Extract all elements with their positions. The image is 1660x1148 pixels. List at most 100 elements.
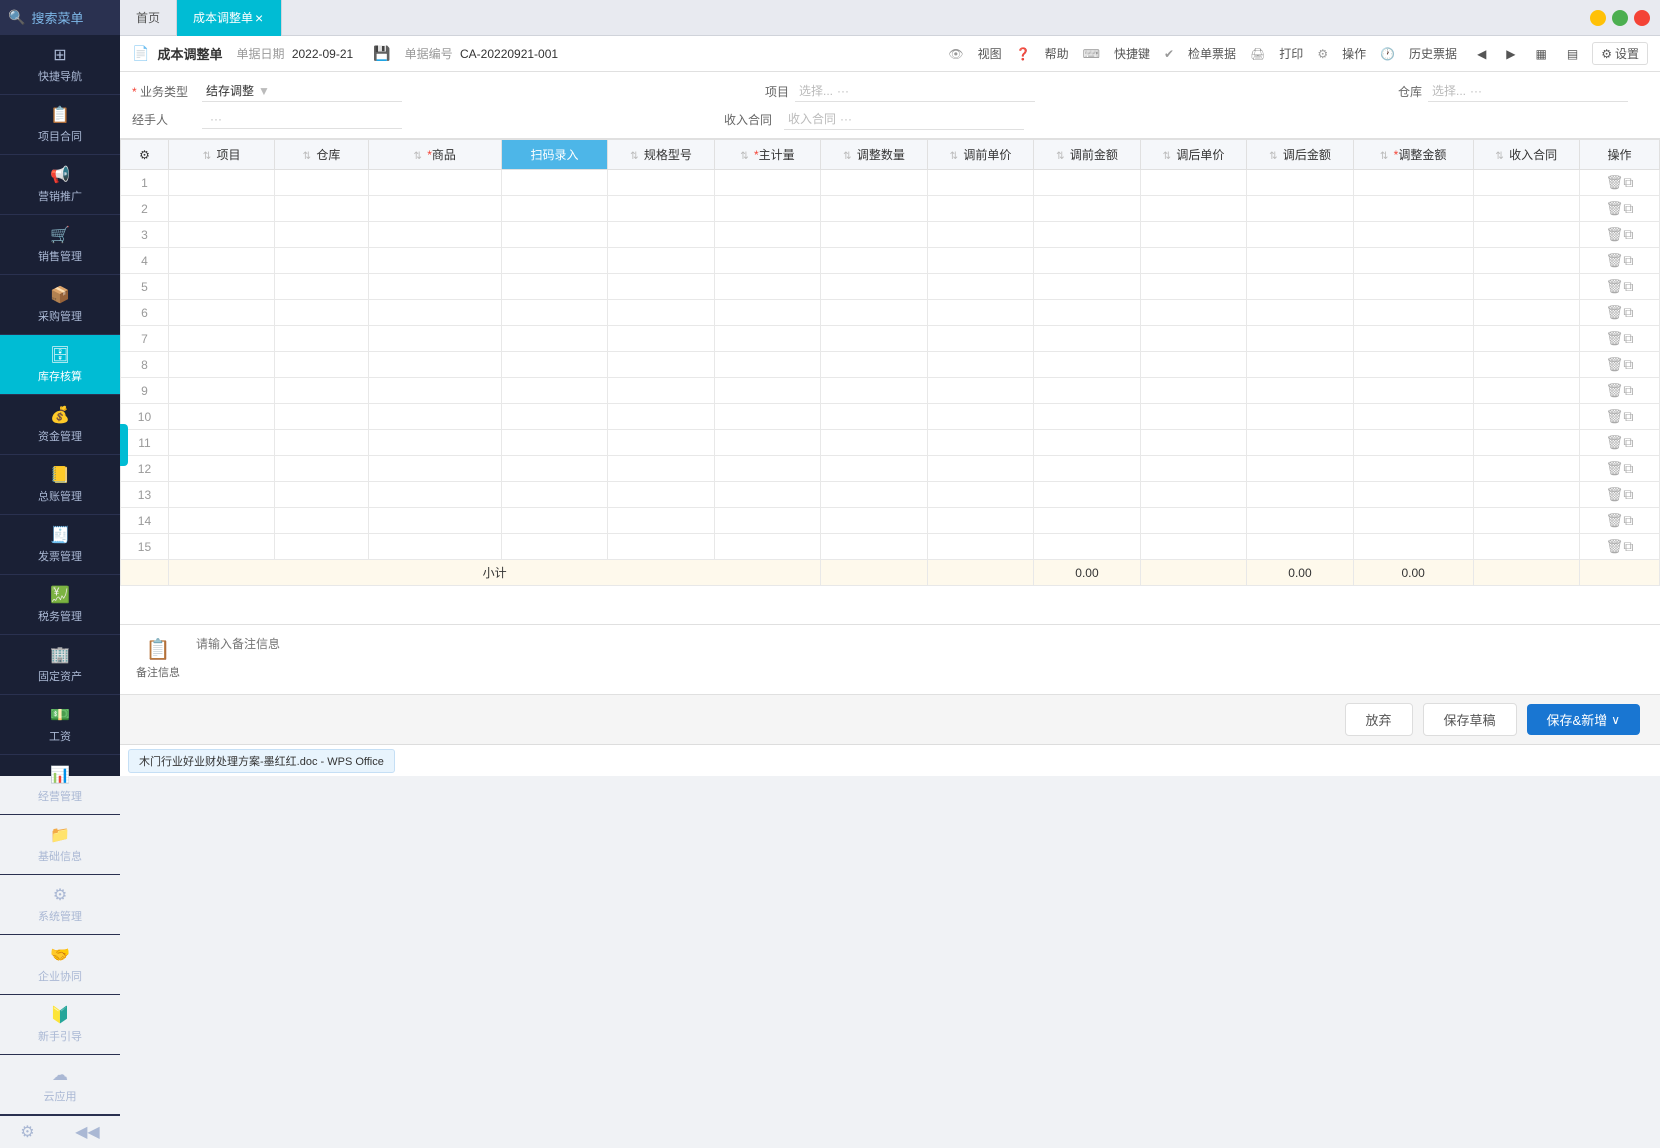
table-cell[interactable] (275, 274, 368, 300)
copy-icon[interactable]: ⧉ (1623, 382, 1633, 398)
table-cell[interactable] (1353, 430, 1473, 456)
table-cell[interactable] (368, 456, 501, 482)
table-cell[interactable] (368, 274, 501, 300)
col-header-warehouse[interactable]: ⇅ 仓库 (275, 140, 368, 170)
table-cell[interactable] (927, 274, 1034, 300)
table-cell[interactable] (501, 196, 608, 222)
table-cell[interactable] (821, 508, 928, 534)
copy-icon[interactable]: ⧉ (1623, 330, 1633, 346)
table-cell[interactable] (501, 300, 608, 326)
copy-icon[interactable]: ⧉ (1623, 486, 1633, 502)
table-cell[interactable] (714, 222, 821, 248)
table-cell[interactable] (1473, 300, 1580, 326)
save-draft-button[interactable]: 保存草稿 (1423, 703, 1517, 736)
table-cell[interactable] (1034, 222, 1141, 248)
table-cell[interactable] (927, 222, 1034, 248)
table-cell[interactable] (1247, 430, 1354, 456)
table-cell[interactable] (821, 222, 928, 248)
table-cell[interactable] (1247, 508, 1354, 534)
table-cell[interactable] (1247, 248, 1354, 274)
sidebar-item-purchase-mgmt[interactable]: 📦 采购管理 (0, 275, 120, 335)
table-cell[interactable] (1353, 456, 1473, 482)
table-cell[interactable] (1473, 222, 1580, 248)
table-cell[interactable] (927, 196, 1034, 222)
table-cell[interactable] (1353, 222, 1473, 248)
delete-icon[interactable]: 🗑 (1606, 408, 1624, 424)
table-cell[interactable] (1140, 508, 1247, 534)
table-cell[interactable] (1140, 222, 1247, 248)
delete-icon[interactable]: 🗑 (1606, 278, 1624, 294)
table-cell[interactable] (275, 482, 368, 508)
delete-icon[interactable]: 🗑 (1606, 304, 1624, 320)
table-cell[interactable] (275, 456, 368, 482)
copy-icon[interactable]: ⧉ (1623, 304, 1633, 320)
table-cell[interactable] (608, 248, 715, 274)
table-cell[interactable] (608, 508, 715, 534)
table-cell[interactable] (1247, 222, 1354, 248)
table-cell[interactable] (821, 248, 928, 274)
table-cell[interactable] (1034, 508, 1141, 534)
table-cell[interactable] (821, 300, 928, 326)
copy-icon[interactable]: ⧉ (1623, 538, 1633, 554)
tab-cost-adjust[interactable]: 成本调整单 × (177, 0, 282, 36)
table-cell[interactable] (1353, 482, 1473, 508)
table-cell[interactable] (1353, 170, 1473, 196)
table-cell[interactable] (608, 378, 715, 404)
table-cell[interactable] (927, 300, 1034, 326)
copy-icon[interactable]: ⧉ (1623, 434, 1633, 450)
table-cell[interactable] (1140, 482, 1247, 508)
table-cell[interactable] (1034, 170, 1141, 196)
col-header-income-contract[interactable]: ⇅ 收入合同 (1473, 140, 1580, 170)
table-cell[interactable] (714, 482, 821, 508)
biz-type-field[interactable]: 结存调整 ▼ (202, 80, 402, 102)
table-cell[interactable] (1247, 378, 1354, 404)
col-header-qty[interactable]: ⇅ 调整数量 (821, 140, 928, 170)
table-cell[interactable] (368, 378, 501, 404)
table-cell[interactable] (275, 378, 368, 404)
table-cell[interactable] (168, 508, 275, 534)
table-cell[interactable] (714, 326, 821, 352)
table-cell[interactable] (275, 196, 368, 222)
settings-icon[interactable]: ⚙ (20, 1122, 34, 1142)
table-cell[interactable] (1353, 274, 1473, 300)
table-cell[interactable] (927, 404, 1034, 430)
income-contract-field[interactable]: 收入合同 ··· (784, 108, 1024, 130)
table-cell[interactable] (168, 378, 275, 404)
table-cell[interactable] (168, 248, 275, 274)
table-cell[interactable] (368, 170, 501, 196)
table-cell[interactable] (608, 300, 715, 326)
sidebar-item-project-contract[interactable]: 📋 项目合同 (0, 95, 120, 155)
view-btn[interactable]: 视图 (972, 43, 1008, 64)
table-cell[interactable] (821, 430, 928, 456)
sidebar-item-biz-collab[interactable]: 🤝 企业协同 (0, 935, 120, 995)
table-cell[interactable] (714, 196, 821, 222)
table-cell[interactable] (1353, 352, 1473, 378)
table-cell[interactable] (1034, 378, 1141, 404)
table-cell[interactable] (608, 482, 715, 508)
table-cell[interactable] (168, 534, 275, 560)
table-cell[interactable] (927, 326, 1034, 352)
settings-btn[interactable]: ⚙ 设置 (1592, 42, 1648, 65)
table-cell[interactable] (714, 508, 821, 534)
table-cell[interactable] (275, 430, 368, 456)
table-cell[interactable] (821, 456, 928, 482)
help-btn[interactable]: 帮助 (1039, 43, 1075, 64)
delete-icon[interactable]: 🗑 (1606, 538, 1624, 554)
next-btn[interactable]: ▶ (1500, 45, 1521, 63)
grid1-btn[interactable]: ▦ (1530, 45, 1553, 63)
table-cell[interactable] (1034, 534, 1141, 560)
table-cell[interactable] (1247, 352, 1354, 378)
delete-icon[interactable]: 🗑 (1606, 486, 1624, 502)
table-cell[interactable] (714, 248, 821, 274)
table-cell[interactable] (168, 326, 275, 352)
table-cell[interactable] (714, 456, 821, 482)
table-cell[interactable] (714, 274, 821, 300)
table-cell[interactable] (275, 300, 368, 326)
table-cell[interactable] (1473, 456, 1580, 482)
sidebar-item-salary[interactable]: 💵 工资 (0, 695, 120, 755)
table-cell[interactable] (608, 274, 715, 300)
table-cell[interactable] (368, 248, 501, 274)
window-minimize[interactable] (1590, 10, 1606, 26)
copy-icon[interactable]: ⧉ (1623, 278, 1633, 294)
table-cell[interactable] (927, 378, 1034, 404)
